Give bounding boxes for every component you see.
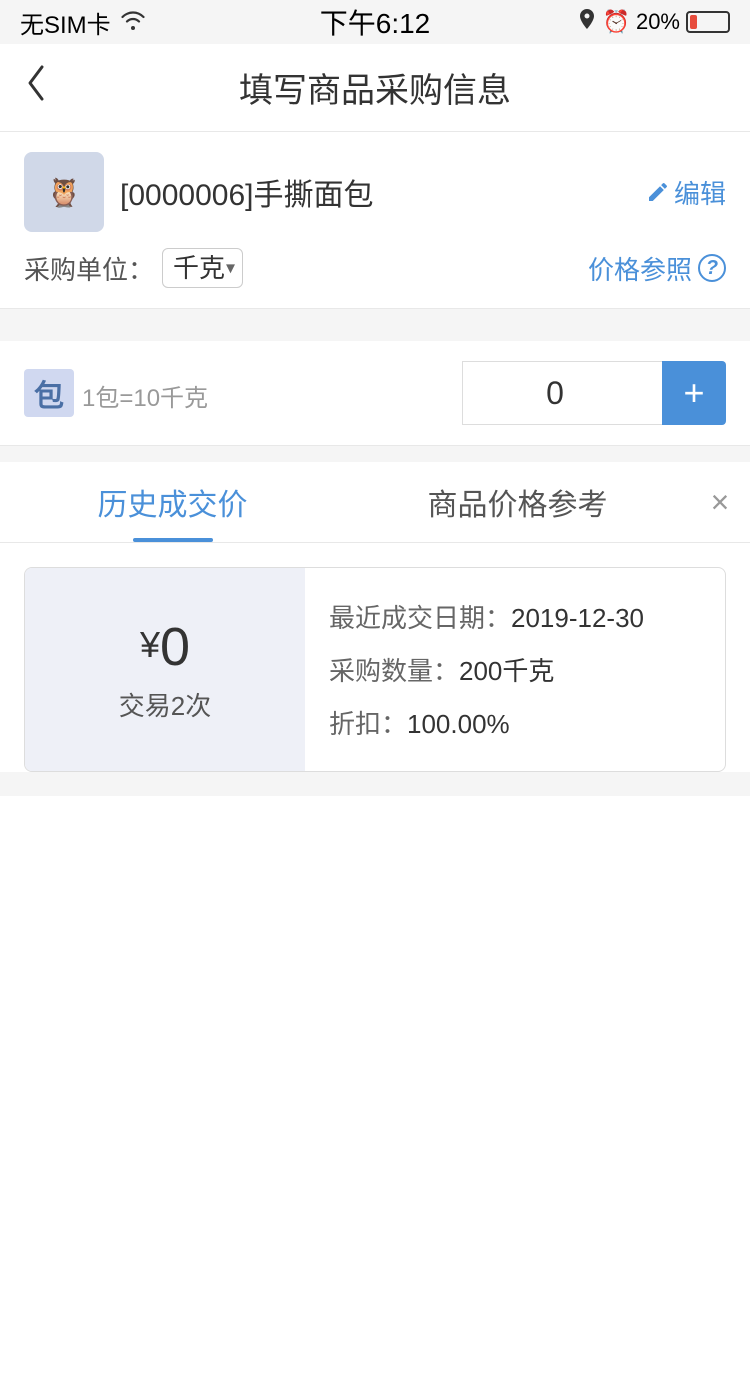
tab-history-price[interactable]: 历史成交价 [0, 462, 345, 542]
price-card: ¥0 交易2次 最近成交日期：2019-12-30 采购数量：200千克 折扣：… [24, 567, 726, 772]
section-divider [0, 309, 750, 325]
price-date-label: 最近成交日期： [329, 603, 511, 633]
wifi-icon [119, 8, 147, 37]
tab-underline [133, 538, 213, 542]
price-currency-symbol: ¥ [140, 624, 160, 665]
tab-product-price-label: 商品价格参考 [428, 480, 608, 524]
price-ref-label: 价格参照 [588, 250, 692, 287]
edit-button[interactable]: 编辑 [646, 174, 726, 211]
battery-text: 20% [636, 9, 680, 35]
price-date-value: 2019-12-30 [511, 603, 644, 633]
carrier-text: 无SIM卡 [20, 5, 111, 40]
price-discount-row: 折扣：100.00% [329, 704, 701, 741]
status-carrier: 无SIM卡 [20, 5, 147, 40]
status-time: 下午6:12 [320, 2, 431, 42]
price-discount-label: 折扣： [329, 709, 407, 739]
qty-plus-button[interactable]: + [662, 361, 726, 425]
price-card-right: 最近成交日期：2019-12-30 采购数量：200千克 折扣：100.00% [305, 568, 725, 771]
product-header: 🦉 [0000006]手撕面包 编辑 [24, 152, 726, 232]
status-bar: 无SIM卡 下午6:12 ⏰ 20% [0, 0, 750, 44]
price-reference-button[interactable]: 价格参照 ? [588, 250, 726, 287]
price-discount-value: 100.00% [407, 709, 510, 739]
unit-label: 采购单位： [24, 250, 154, 287]
qty-input[interactable] [462, 361, 662, 425]
bottom-area [0, 796, 750, 1396]
product-section: 🦉 [0000006]手撕面包 编辑 采购单位： 千克 包 价格参照 ? [0, 132, 750, 309]
qty-input-area: + [462, 361, 726, 425]
qty-label: 包 1包=10千克 [24, 369, 208, 417]
location-icon [577, 7, 597, 37]
info-icon: ? [698, 254, 726, 282]
tabs-section: 历史成交价 商品价格参考 × ¥0 交易2次 最近成交日期：2019-12-30… [0, 462, 750, 772]
price-date-row: 最近成交日期：2019-12-30 [329, 598, 701, 635]
edit-label: 编辑 [674, 174, 726, 211]
page-title: 填写商品采购信息 [239, 63, 511, 112]
price-qty-value: 200千克 [459, 656, 554, 686]
price-value: 0 [160, 617, 190, 677]
price-trades: 交易2次 [119, 686, 211, 723]
back-button[interactable] [24, 63, 48, 112]
product-info: 🦉 [0000006]手撕面包 [24, 152, 373, 232]
price-qty-row: 采购数量：200千克 [329, 651, 701, 688]
unit-select[interactable]: 千克 包 [162, 248, 243, 288]
unit-select-wrapper[interactable]: 千克 包 [162, 248, 243, 288]
tab-product-price[interactable]: 商品价格参考 [345, 462, 690, 542]
product-name: [0000006]手撕面包 [120, 170, 373, 214]
product-thumb-icon: 🦉 [47, 176, 82, 209]
quantity-section: 包 1包=10千克 + [0, 341, 750, 446]
price-qty-label: 采购数量： [329, 656, 459, 686]
price-card-left: ¥0 交易2次 [25, 568, 305, 771]
alarm-icon: ⏰ [603, 9, 630, 35]
battery-icon [686, 11, 730, 33]
nav-bar: 填写商品采购信息 [0, 44, 750, 132]
product-thumbnail: 🦉 [24, 152, 104, 232]
tab-history-price-label: 历史成交价 [98, 480, 248, 524]
purchase-unit: 采购单位： 千克 包 [24, 248, 243, 288]
tab-close-button[interactable]: × [690, 462, 750, 542]
status-right: ⏰ 20% [577, 7, 730, 37]
price-display: ¥0 [140, 616, 190, 678]
product-row2: 采购单位： 千克 包 价格参照 ? [24, 248, 726, 288]
close-icon: × [711, 484, 730, 521]
qty-unit: 包 [24, 369, 74, 417]
tabs-header: 历史成交价 商品价格参考 × [0, 462, 750, 543]
qty-conversion: 1包=10千克 [82, 378, 208, 413]
